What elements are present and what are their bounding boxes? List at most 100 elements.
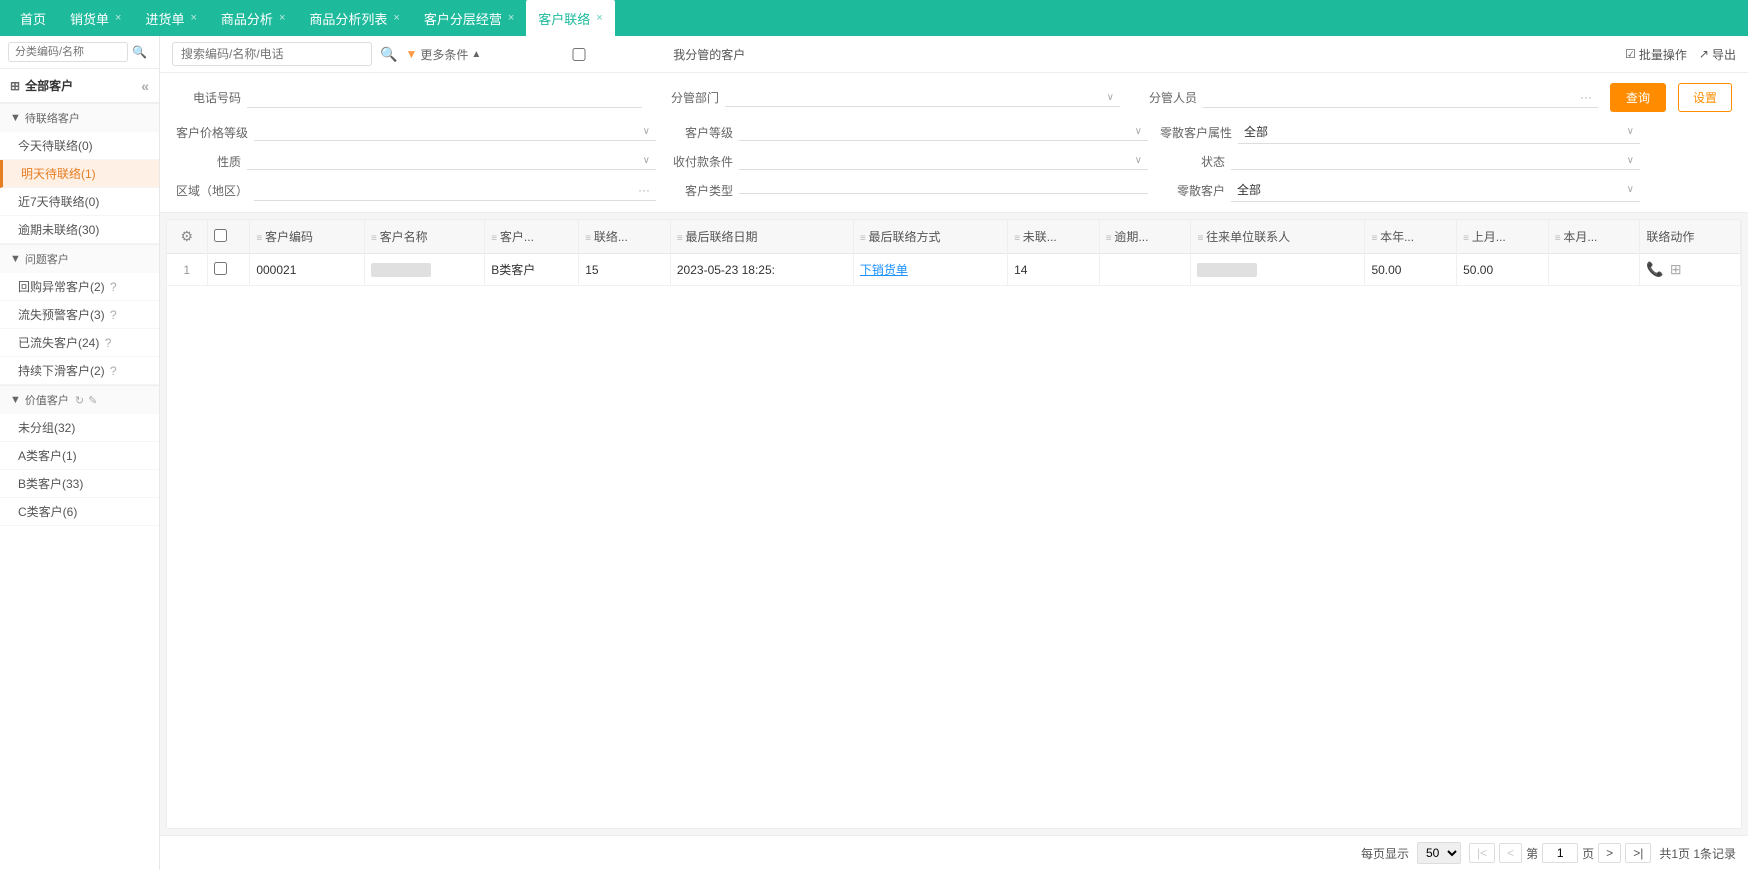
sidebar-item-today-pending[interactable]: 今天待联络(0)	[0, 132, 159, 160]
th-last-contact-method[interactable]: 最后联络方式	[853, 220, 1007, 254]
phone-action-icon[interactable]: 📞	[1646, 261, 1663, 278]
grid-action-icon[interactable]: ⊞	[1670, 261, 1682, 278]
customer-type-select[interactable]	[739, 187, 1148, 194]
more-dots-icon2[interactable]: ···	[638, 183, 650, 197]
chevron-down-icon4: ∨	[1627, 126, 1634, 137]
sidebar-search-icon[interactable]: 🔍	[132, 45, 147, 59]
sidebar-item-abnormal-repurchase[interactable]: 回购异常客户(2) ?	[0, 273, 159, 301]
sidebar-item-declining[interactable]: 持续下滑客户(2) ?	[0, 357, 159, 385]
page-number-input[interactable]	[1542, 843, 1578, 863]
help-icon4[interactable]: ?	[110, 364, 117, 378]
table-footer: 每页显示 50 |< < 第 页 > >| 共1页 1条记录	[160, 835, 1748, 870]
select-all-checkbox[interactable]	[214, 229, 227, 242]
close-sales-order-icon[interactable]: ×	[115, 12, 121, 24]
close-customer-tier-icon[interactable]: ×	[508, 12, 514, 24]
customer-level-select[interactable]: ∨	[739, 123, 1148, 141]
sidebar-all-customers[interactable]: ⊞ 全部客户 «	[0, 69, 159, 103]
search-input[interactable]	[172, 42, 372, 66]
nav-product-analysis-list[interactable]: 商品分析列表 ×	[297, 0, 411, 36]
th-customer-name[interactable]: 客户名称	[365, 220, 485, 254]
th-customer-type[interactable]: 客户...	[485, 220, 579, 254]
more-conditions-button[interactable]: ▼ 更多条件 ▲	[405, 46, 481, 63]
advanced-filter-panel: 电话号码 分管部门 ∨ 分管人员 ··· 查	[160, 73, 1748, 213]
help-icon3[interactable]: ?	[105, 336, 112, 350]
close-purchase-order-icon[interactable]: ×	[190, 12, 196, 24]
prev-page-button[interactable]: <	[1499, 843, 1522, 863]
sidebar-item-tomorrow-pending[interactable]: 明天待联络(1)	[0, 160, 159, 188]
first-page-button[interactable]: |<	[1469, 843, 1495, 863]
sidebar-search-input[interactable]	[8, 42, 128, 62]
close-product-analysis-list-icon[interactable]: ×	[393, 12, 399, 24]
search-button[interactable]: 🔍	[380, 46, 397, 63]
price-level-select[interactable]: ∨	[254, 123, 656, 141]
sidebar-item-class-c[interactable]: C类客户(6)	[0, 498, 159, 526]
th-last-month[interactable]: 上月...	[1457, 220, 1549, 254]
batch-operation-button[interactable]: ☑ 批量操作	[1625, 46, 1687, 63]
settings-gear-icon[interactable]: ⚙	[180, 228, 193, 244]
th-this-month[interactable]: 本月...	[1548, 220, 1640, 254]
last-page-button[interactable]: >|	[1625, 843, 1651, 863]
cell-this-month	[1548, 254, 1640, 286]
nav-sales-order[interactable]: 销货单 ×	[58, 0, 133, 36]
th-uncontacted[interactable]: 未联...	[1008, 220, 1100, 254]
phone-input[interactable]	[247, 87, 642, 108]
chevron-down-icon3: ∨	[1135, 126, 1142, 137]
close-product-analysis-icon[interactable]: ×	[279, 12, 285, 24]
gender-select[interactable]: ∨	[247, 152, 656, 170]
th-contact-person[interactable]: 往来单位联系人	[1191, 220, 1365, 254]
export-button[interactable]: ↗ 导出	[1699, 46, 1736, 63]
sidebar-item-class-b[interactable]: B类客户(33)	[0, 470, 159, 498]
settings-button[interactable]: 设置	[1678, 83, 1732, 112]
my-customers-checkbox[interactable]: 我分管的客户	[489, 46, 745, 63]
cell-overdue	[1099, 254, 1191, 286]
th-settings[interactable]: ⚙	[167, 220, 207, 254]
total-records: 共1页 1条记录	[1659, 845, 1736, 862]
payment-select[interactable]: ∨	[739, 152, 1148, 170]
chevron-down-icon5: ∨	[643, 155, 650, 166]
cell-contact-person	[1191, 254, 1365, 286]
edit-icon[interactable]: ✎	[88, 394, 97, 407]
region-select[interactable]: ···	[254, 180, 656, 201]
sidebar-item-ungrouped[interactable]: 未分组(32)	[0, 414, 159, 442]
th-contact-count[interactable]: 联络...	[579, 220, 671, 254]
sidebar-item-class-a[interactable]: A类客户(1)	[0, 442, 159, 470]
region-label: 区域（地区）	[176, 182, 248, 199]
cell-checkbox[interactable]	[207, 254, 250, 286]
next-page-button[interactable]: >	[1598, 843, 1621, 863]
row-checkbox[interactable]	[214, 262, 227, 275]
nav-home[interactable]: 首页	[8, 0, 58, 36]
cell-last-contact-method[interactable]: 下销货单	[853, 254, 1007, 286]
per-page-select[interactable]: 50	[1417, 842, 1461, 864]
th-customer-code[interactable]: 客户编码	[250, 220, 365, 254]
grid-icon: ⊞	[10, 79, 20, 93]
th-checkbox[interactable]	[207, 220, 250, 254]
my-customers-check[interactable]	[489, 48, 669, 61]
th-overdue[interactable]: 逾期...	[1099, 220, 1191, 254]
person-select[interactable]: ···	[1203, 87, 1598, 108]
th-last-contact-date[interactable]: 最后联络日期	[670, 220, 853, 254]
retail-attr-select[interactable]: 全部 ∨	[1238, 120, 1640, 144]
sidebar-item-churned[interactable]: 已流失客户(24) ?	[0, 329, 159, 357]
nav-customer-contact[interactable]: 客户联络 ×	[526, 0, 614, 36]
collapse-icon[interactable]: «	[141, 78, 149, 94]
close-customer-contact-icon[interactable]: ×	[596, 12, 602, 24]
query-button[interactable]: 查询	[1610, 83, 1666, 112]
nav-purchase-order[interactable]: 进货单 ×	[133, 0, 208, 36]
sidebar-item-overdue-pending[interactable]: 逾期未联络(30)	[0, 216, 159, 244]
more-dots-icon[interactable]: ···	[1580, 90, 1592, 104]
dept-select[interactable]: ∨	[725, 89, 1120, 107]
nav-product-analysis[interactable]: 商品分析 ×	[209, 0, 297, 36]
th-this-year[interactable]: 本年...	[1365, 220, 1457, 254]
retail-customer-select[interactable]: 全部 ∨	[1231, 178, 1640, 202]
refresh-icon[interactable]: ↻	[75, 394, 84, 407]
sidebar-item-churn-warning[interactable]: 流失预警客户(3) ?	[0, 301, 159, 329]
last-contact-link[interactable]: 下销货单	[860, 263, 908, 277]
help-icon[interactable]: ?	[110, 280, 117, 294]
sidebar-item-7days-pending[interactable]: 近7天待联络(0)	[0, 188, 159, 216]
help-icon2[interactable]: ?	[110, 308, 117, 322]
sidebar-group-problem[interactable]: ▼ 问题客户	[0, 244, 159, 273]
nav-customer-tier[interactable]: 客户分层经营 ×	[412, 0, 526, 36]
sidebar-group-value[interactable]: ▼ 价值客户 ↻ ✎	[0, 385, 159, 414]
status-select[interactable]: ∨	[1231, 152, 1640, 170]
sidebar-group-pending[interactable]: ▼ 待联络客户	[0, 103, 159, 132]
